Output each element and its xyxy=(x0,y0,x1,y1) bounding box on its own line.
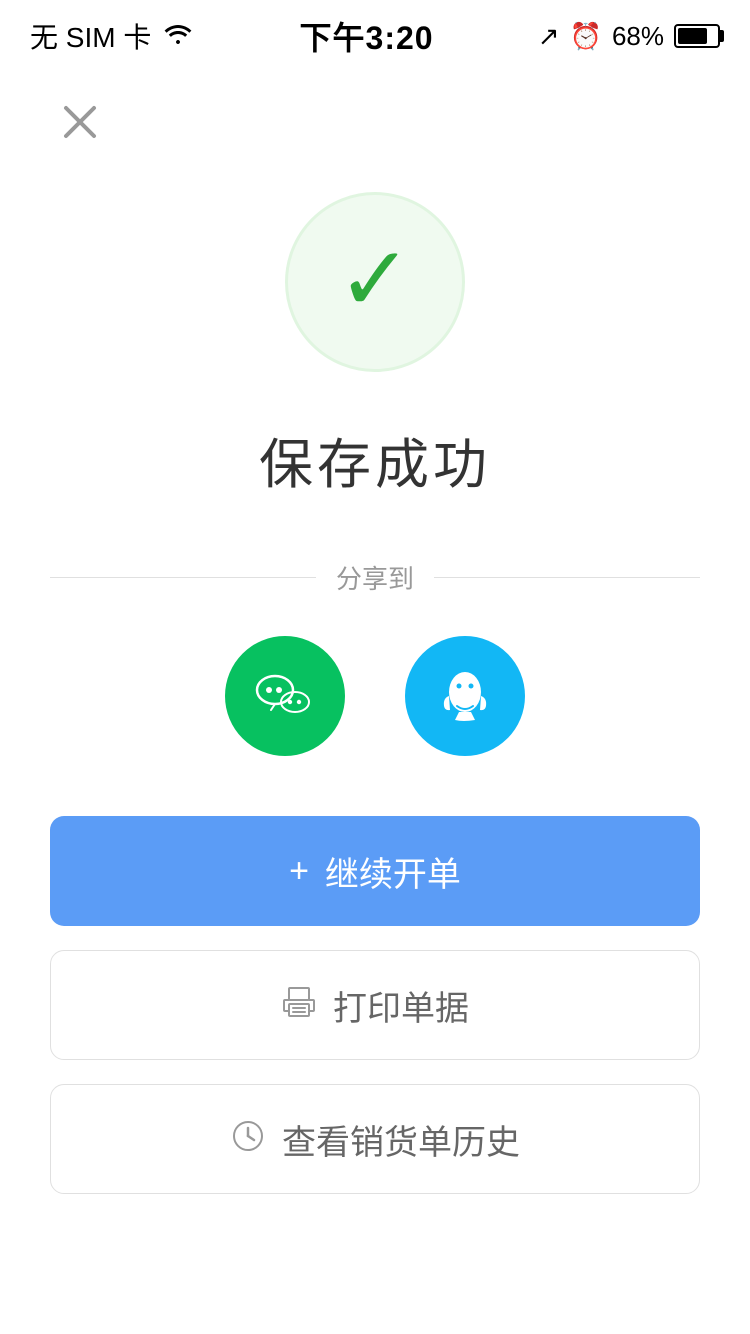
continue-icon: + xyxy=(289,854,309,888)
battery-fill xyxy=(678,28,707,44)
close-button-container xyxy=(50,92,700,152)
main-content: ✓ 保存成功 分享到 xyxy=(0,72,750,1234)
share-label: 分享到 xyxy=(336,559,414,596)
qq-icon xyxy=(429,660,501,732)
print-icon xyxy=(281,984,317,1026)
print-label: 打印单据 xyxy=(333,981,469,1030)
status-right: ↗ ⏰ 68% xyxy=(538,21,720,52)
carrier-text: 无 SIM 卡 xyxy=(30,16,151,56)
print-button[interactable]: 打印单据 xyxy=(50,950,700,1060)
history-button[interactable]: 查看销货单历史 xyxy=(50,1084,700,1194)
continue-button[interactable]: + 继续开单 xyxy=(50,816,700,926)
history-icon xyxy=(230,1118,266,1160)
history-label: 查看销货单历史 xyxy=(282,1115,520,1164)
battery-bar xyxy=(674,24,720,48)
success-icon-circle: ✓ xyxy=(285,192,465,372)
continue-label: 继续开单 xyxy=(325,847,461,896)
checkmark-icon: ✓ xyxy=(337,235,412,325)
close-button[interactable] xyxy=(50,92,110,152)
share-section: 分享到 xyxy=(50,559,700,756)
share-icons-container xyxy=(50,636,700,756)
location-icon: ↗ xyxy=(538,21,560,52)
divider-line-right xyxy=(434,577,700,578)
wifi-icon xyxy=(161,20,195,53)
actions-container: + 继续开单 打印单据 xyxy=(50,816,700,1194)
status-left: 无 SIM 卡 xyxy=(30,16,195,56)
battery-percent: 68% xyxy=(612,21,664,52)
alarm-icon: ⏰ xyxy=(570,21,602,52)
share-divider: 分享到 xyxy=(50,559,700,596)
success-title: 保存成功 xyxy=(259,420,491,499)
close-icon xyxy=(58,100,102,144)
divider-line-left xyxy=(50,577,316,578)
clock-svg xyxy=(230,1118,266,1154)
share-wechat-button[interactable] xyxy=(225,636,345,756)
status-bar: 无 SIM 卡 下午3:20 ↗ ⏰ 68% xyxy=(0,0,750,72)
time-display: 下午3:20 xyxy=(300,13,434,59)
printer-svg xyxy=(281,984,317,1020)
share-qq-button[interactable] xyxy=(405,636,525,756)
wechat-icon xyxy=(249,660,321,732)
